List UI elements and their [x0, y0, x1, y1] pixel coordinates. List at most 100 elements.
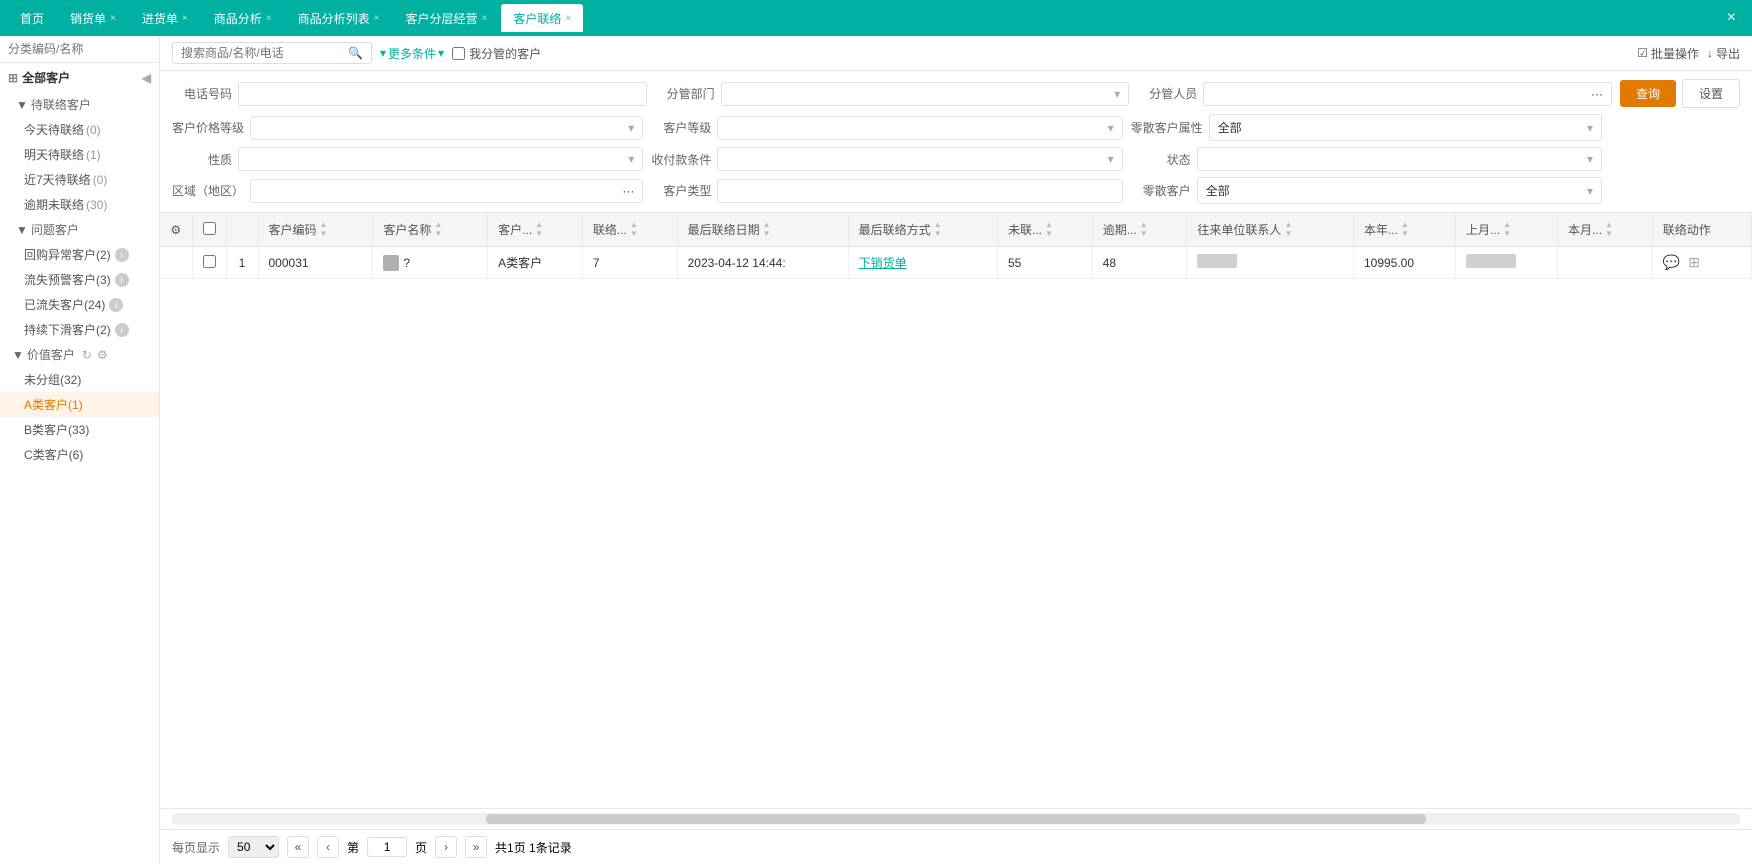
sidebar-item-churn-warning[interactable]: 流失预警客户(3) i: [0, 267, 159, 292]
my-customers-checkbox[interactable]: 我分管的客户: [452, 45, 541, 62]
sidebar-item-churned[interactable]: 已流失客户(24) i: [0, 292, 159, 317]
sidebar-all-customers[interactable]: ⊞ 全部客户 ◀: [0, 63, 159, 92]
more-conditions-button[interactable]: ▾ 更多条件 ▾: [380, 45, 444, 62]
sidebar-item-overdue[interactable]: 逾期未联络(30): [0, 192, 159, 217]
filter-nature: 性质 ▾: [172, 147, 643, 171]
col-contact-count[interactable]: 联络... ▲▼: [582, 213, 677, 247]
tab-goods-analysis-close[interactable]: ×: [266, 13, 272, 24]
table-settings-icon[interactable]: ⚙: [170, 223, 181, 237]
first-page-button[interactable]: «: [287, 836, 309, 858]
sidebar-item-repurchase-abnormal[interactable]: 回购异常客户(2) i: [0, 242, 159, 267]
col-checkbox[interactable]: [192, 213, 226, 247]
filter-nature-select[interactable]: ▾: [238, 147, 643, 171]
col-unit-contacts[interactable]: 往来单位联系人 ▲▼: [1187, 213, 1354, 247]
prev-page-button[interactable]: ‹: [317, 836, 339, 858]
sidebar-item-unclassified[interactable]: 未分组(32): [0, 367, 159, 392]
sidebar-pending-group[interactable]: ▼ 待联络客户: [0, 92, 159, 117]
col-no-contact-days[interactable]: 未联... ▲▼: [997, 213, 1092, 247]
filter-region-input[interactable]: ···: [250, 179, 643, 203]
scrollbar-thumb[interactable]: [486, 814, 1427, 824]
row-checkbox-cell[interactable]: [192, 247, 226, 279]
filter-retail-customer: 零散客户 全部 ▾: [1131, 177, 1602, 204]
tab-goods-analysis-list[interactable]: 商品分析列表 ×: [286, 4, 392, 32]
sidebar-search-input[interactable]: [8, 42, 160, 56]
sidebar-item-class-c[interactable]: C类客户(6): [0, 442, 159, 467]
settings-icon-value[interactable]: ⚙: [97, 348, 108, 362]
sidebar-item-7days-label: 近7天待联络: [24, 173, 91, 187]
batch-op-button[interactable]: ☑ 批量操作: [1637, 45, 1699, 62]
tab-customer-contact[interactable]: 客户联络 ×: [501, 4, 583, 32]
filter-customer-tier-select[interactable]: ▾: [717, 116, 1122, 140]
sidebar-item-tomorrow-pending[interactable]: 明天待联络(1): [0, 142, 159, 167]
filter-retail-customer-label: 零散客户: [1131, 182, 1191, 199]
sidebar-item-tomorrow-count: (1): [86, 148, 101, 162]
tab-customer-tier-close[interactable]: ×: [481, 13, 487, 24]
filter-payment-select[interactable]: ▾: [717, 147, 1122, 171]
search-input[interactable]: [181, 46, 344, 60]
chat-action-icon[interactable]: 💬: [1663, 254, 1680, 271]
sidebar-collapse-button[interactable]: ◀: [142, 71, 151, 85]
sort-icon-overdue: ▲▼: [1140, 221, 1148, 238]
col-last-contact-method[interactable]: 最后联络方式 ▲▼: [848, 213, 997, 247]
col-last-month[interactable]: 上月... ▲▼: [1456, 213, 1558, 247]
settings-button[interactable]: 设置: [1682, 79, 1740, 108]
query-button[interactable]: 查询: [1620, 80, 1676, 107]
tab-sales[interactable]: 销货单 ×: [58, 4, 128, 32]
more-conditions-label: 更多条件: [388, 45, 436, 62]
next-page-button[interactable]: ›: [435, 836, 457, 858]
pagination-bar: 每页显示 50 100 200 « ‹ 第 页 › » 共1页 1条记录: [160, 829, 1752, 864]
sidebar-item-7days-pending[interactable]: 近7天待联络(0): [0, 167, 159, 192]
chevron-down-icon-problem: ▼: [16, 223, 28, 237]
row-last-method-cell: 下销货单: [848, 247, 997, 279]
tab-purchase[interactable]: 进货单 ×: [130, 4, 200, 32]
last-page-button[interactable]: »: [465, 836, 487, 858]
col-this-year[interactable]: 本年... ▲▼: [1353, 213, 1455, 247]
tab-sales-label: 销货单: [70, 10, 106, 27]
filter-dept-select[interactable]: ▾: [721, 82, 1130, 106]
chevron-down-icon-retail: ▾: [1587, 121, 1593, 135]
filter-retail-attr-select[interactable]: 全部 ▾: [1209, 114, 1602, 141]
col-this-month[interactable]: 本月... ▲▼: [1558, 213, 1653, 247]
my-customers-check[interactable]: [452, 47, 465, 60]
tab-home[interactable]: 首页: [8, 4, 56, 32]
tab-customer-tier[interactable]: 客户分层经营 ×: [393, 4, 499, 32]
refresh-icon[interactable]: ↻: [82, 348, 92, 362]
row-checkbox[interactable]: [203, 255, 216, 268]
tab-goods-analysis[interactable]: 商品分析 ×: [202, 4, 284, 32]
sidebar-value-group[interactable]: ▼ 价值客户 ↻ ⚙: [0, 342, 159, 367]
col-customer-name[interactable]: 客户名称 ▲▼: [373, 213, 488, 247]
col-customer-code-label: 客户编码: [269, 221, 317, 238]
page-size-select[interactable]: 50 100 200: [228, 836, 279, 858]
tab-goods-analysis-list-close[interactable]: ×: [374, 13, 380, 24]
sidebar-problem-group[interactable]: ▼ 问题客户: [0, 217, 159, 242]
sort-icon-contact: ▲▼: [630, 221, 638, 238]
tab-sales-close[interactable]: ×: [110, 13, 116, 24]
sidebar-item-class-b[interactable]: B类客户(33): [0, 417, 159, 442]
tab-customer-contact-close[interactable]: ×: [565, 13, 571, 24]
sidebar-item-class-a[interactable]: A类客户(1): [0, 392, 159, 417]
col-customer-code[interactable]: 客户编码 ▲▼: [258, 213, 373, 247]
filter-customer-type-input[interactable]: [717, 179, 1122, 203]
col-settings[interactable]: ⚙: [160, 213, 192, 247]
col-last-contact-date[interactable]: 最后联络日期 ▲▼: [677, 213, 848, 247]
sidebar-item-declining[interactable]: 持续下滑客户(2) i: [0, 317, 159, 342]
col-customer-name-label: 客户名称: [383, 221, 431, 238]
filter-manager-input[interactable]: ···: [1203, 82, 1612, 106]
filter-retail-customer-select[interactable]: 全部 ▾: [1197, 177, 1602, 204]
sidebar-item-today-pending[interactable]: 今天待联络(0): [0, 117, 159, 142]
select-all-checkbox[interactable]: [203, 222, 216, 235]
window-close-button[interactable]: ×: [1719, 5, 1744, 31]
filter-status-select[interactable]: ▾: [1197, 147, 1602, 171]
horizontal-scrollbar[interactable]: [172, 813, 1740, 825]
row-last-method[interactable]: 下销货单: [859, 256, 907, 270]
sidebar-value-label: 价值客户: [27, 346, 75, 363]
export-button[interactable]: ↓ 导出: [1707, 45, 1740, 62]
filter-phone-input[interactable]: [238, 82, 647, 106]
tab-purchase-close[interactable]: ×: [182, 13, 188, 24]
col-overdue-days[interactable]: 逾期... ▲▼: [1092, 213, 1187, 247]
page-num-input[interactable]: [367, 837, 407, 857]
search-icon[interactable]: 🔍: [348, 46, 363, 60]
filter-price-tier-select[interactable]: ▾: [250, 116, 643, 140]
grid-action-icon[interactable]: ⊞: [1688, 254, 1700, 271]
col-customer-type[interactable]: 客户... ▲▼: [488, 213, 583, 247]
